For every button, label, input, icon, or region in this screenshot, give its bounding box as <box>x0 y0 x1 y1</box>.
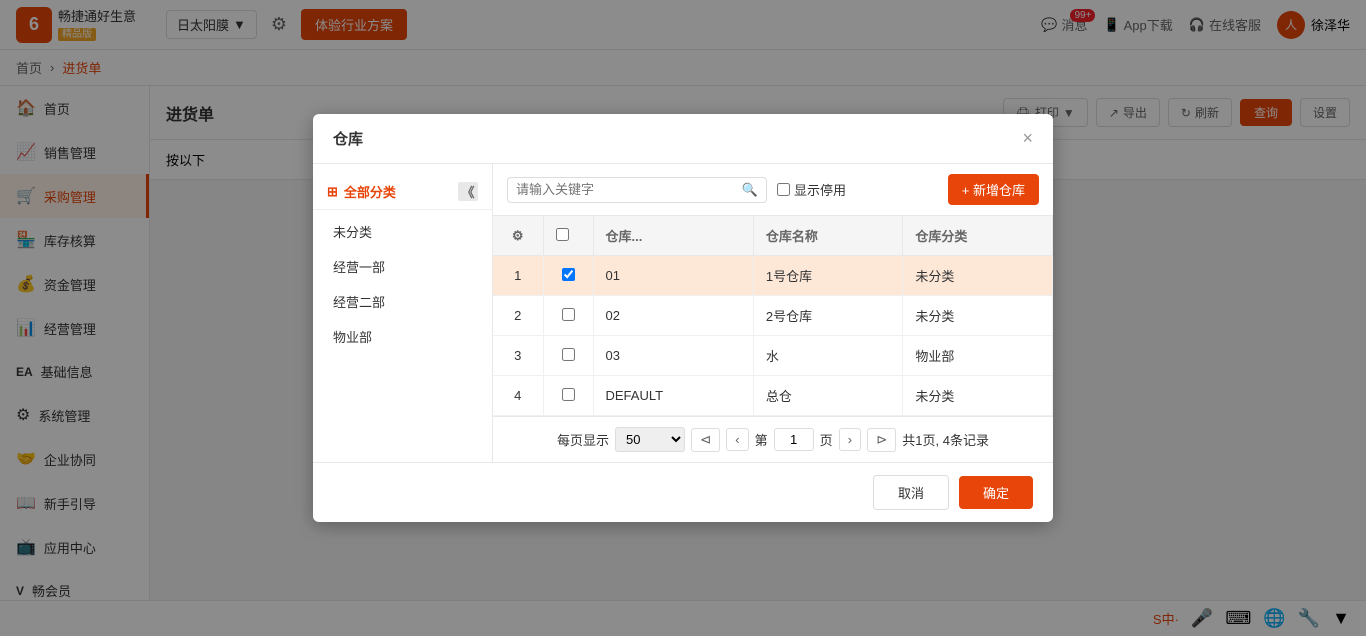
category-item-unclassified[interactable]: 未分类 <box>313 214 492 249</box>
select-all-checkbox[interactable] <box>556 228 569 241</box>
cancel-button[interactable]: 取消 <box>873 475 949 510</box>
row-category: 物业部 <box>903 336 1053 376</box>
row-name: 总仓 <box>753 376 903 416</box>
page-number-input[interactable] <box>774 428 814 451</box>
category-item-ops2[interactable]: 经营二部 <box>313 284 492 319</box>
col-category: 仓库分类 <box>903 216 1053 256</box>
row-checkbox[interactable] <box>562 308 575 321</box>
table-row[interactable]: 2 02 2号仓库 未分类 <box>493 296 1053 336</box>
prev-page-button[interactable]: ‹ <box>726 428 748 451</box>
row-checkbox[interactable] <box>562 348 575 361</box>
per-page-label: 每页显示 <box>557 430 609 449</box>
category-collapse-button[interactable]: 《 <box>458 182 478 201</box>
modal-toolbar: 🔍 显示停用 + 新增仓库 <box>493 164 1053 216</box>
row-category: 未分类 <box>903 256 1053 296</box>
page-unit: 页 <box>820 430 833 449</box>
warehouse-modal: 仓库 × ⊞ 全部分类 《 未分类 经营一部 经营二部 物业部 <box>313 114 1053 522</box>
show-disabled-label[interactable]: 显示停用 <box>777 180 846 199</box>
category-item-ops1[interactable]: 经营一部 <box>313 249 492 284</box>
col-checkbox <box>543 216 593 256</box>
total-info: 共1页, 4条记录 <box>902 430 989 449</box>
col-code: 仓库... <box>593 216 753 256</box>
modal-title: 仓库 <box>333 128 363 149</box>
modal-close-button[interactable]: × <box>1022 128 1033 149</box>
row-category: 未分类 <box>903 296 1053 336</box>
per-page-select[interactable]: 50 10 20 100 <box>615 427 685 452</box>
first-page-button[interactable]: ⊲ <box>691 428 720 452</box>
row-index: 4 <box>493 376 543 416</box>
page-label: 第 <box>755 430 768 449</box>
modal-header: 仓库 × <box>313 114 1053 164</box>
warehouse-table: ⚙ 仓库... 仓库名称 仓库分类 1 01 <box>493 216 1053 416</box>
show-disabled-text: 显示停用 <box>794 180 846 199</box>
row-code: 03 <box>593 336 753 376</box>
table-row[interactable]: 3 03 水 物业部 <box>493 336 1053 376</box>
search-input[interactable] <box>516 182 738 197</box>
last-page-button[interactable]: ⊳ <box>867 428 896 452</box>
category-header: ⊞ 全部分类 《 <box>313 174 492 210</box>
col-name: 仓库名称 <box>753 216 903 256</box>
row-checkbox[interactable] <box>562 268 575 281</box>
row-code: 01 <box>593 256 753 296</box>
show-disabled-checkbox[interactable] <box>777 183 790 196</box>
modal-pagination: 每页显示 50 10 20 100 ⊲ ‹ 第 页 › ⊳ 共1页, 4条记录 <box>493 416 1053 462</box>
modal-overlay[interactable]: 仓库 × ⊞ 全部分类 《 未分类 经营一部 经营二部 物业部 <box>0 0 1366 636</box>
search-icon: 🔍 <box>742 182 758 198</box>
row-checkbox[interactable] <box>562 388 575 401</box>
row-checkbox-cell[interactable] <box>543 256 593 296</box>
next-page-button[interactable]: › <box>839 428 861 451</box>
search-box: 🔍 <box>507 177 767 203</box>
modal-main: 🔍 显示停用 + 新增仓库 ⚙ <box>493 164 1053 462</box>
modal-footer: 取消 确定 <box>313 462 1053 522</box>
row-checkbox-cell[interactable] <box>543 296 593 336</box>
row-code: 02 <box>593 296 753 336</box>
row-checkbox-cell[interactable] <box>543 376 593 416</box>
row-category: 未分类 <box>903 376 1053 416</box>
table-header-row: ⚙ 仓库... 仓库名称 仓库分类 <box>493 216 1053 256</box>
row-name: 2号仓库 <box>753 296 903 336</box>
table-row[interactable]: 4 DEFAULT 总仓 未分类 <box>493 376 1053 416</box>
row-actions: 1 <box>493 256 543 296</box>
row-code: DEFAULT <box>593 376 753 416</box>
all-category-label[interactable]: 全部分类 <box>344 182 396 201</box>
row-index: 2 <box>493 296 543 336</box>
row-name: 水 <box>753 336 903 376</box>
row-name: 1号仓库 <box>753 256 903 296</box>
col-settings[interactable]: ⚙ <box>493 216 543 256</box>
grid-icon: ⊞ <box>327 184 338 200</box>
category-sidebar: ⊞ 全部分类 《 未分类 经营一部 经营二部 物业部 <box>313 164 493 462</box>
row-index: 3 <box>493 336 543 376</box>
modal-body: ⊞ 全部分类 《 未分类 经营一部 经营二部 物业部 🔍 <box>313 164 1053 462</box>
category-item-property[interactable]: 物业部 <box>313 319 492 354</box>
row-checkbox-cell[interactable] <box>543 336 593 376</box>
add-warehouse-button[interactable]: + 新增仓库 <box>948 174 1039 205</box>
table-row[interactable]: 1 01 1号仓库 未分类 <box>493 256 1053 296</box>
confirm-button[interactable]: 确定 <box>959 476 1033 509</box>
